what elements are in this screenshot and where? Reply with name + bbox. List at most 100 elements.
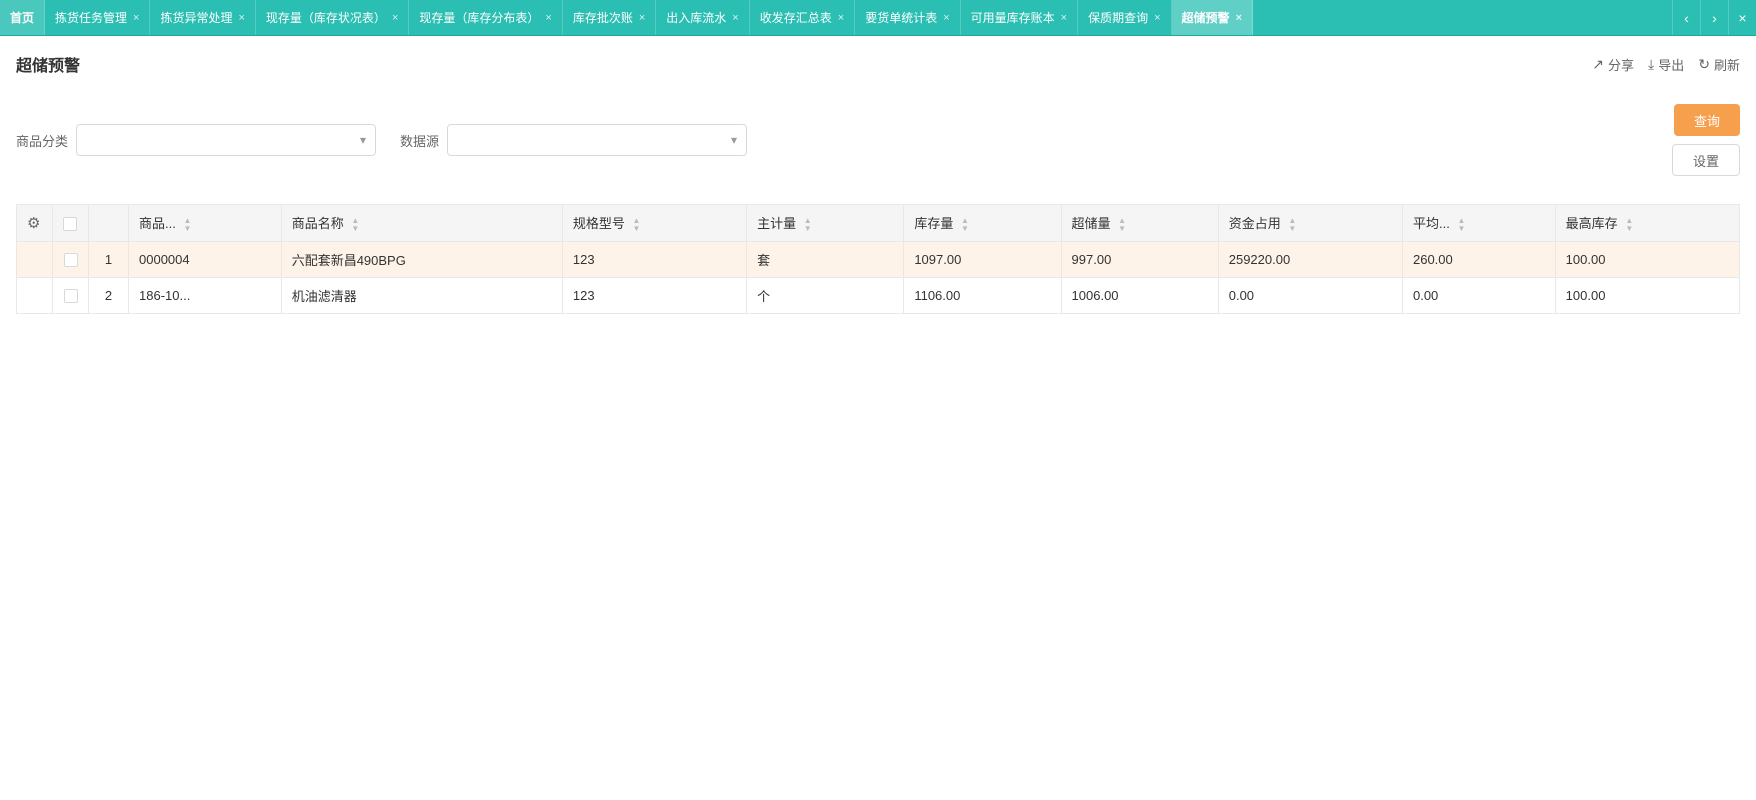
filter-buttons: 查询 设置 bbox=[1672, 104, 1740, 176]
close-icon[interactable]: × bbox=[545, 12, 551, 24]
cell-checkbox[interactable] bbox=[53, 241, 89, 277]
nav-tab-stock-dist[interactable]: 现存量（库存分布表） × bbox=[409, 0, 562, 36]
nav-tab-abnormal[interactable]: 拣货异常处理 × bbox=[150, 0, 255, 36]
sort-icons: ▲▼ bbox=[1457, 217, 1465, 233]
row-checkbox[interactable] bbox=[64, 289, 78, 303]
th-stock[interactable]: 库存量 ▲▼ bbox=[904, 205, 1061, 242]
export-button[interactable]: ⤓ 导出 bbox=[1648, 55, 1684, 74]
cell-capital: 0.00 bbox=[1218, 277, 1402, 313]
cell-avg: 0.00 bbox=[1402, 277, 1555, 313]
nav-close-button[interactable]: × bbox=[1728, 0, 1756, 36]
gear-icon[interactable]: ⚙ bbox=[27, 215, 40, 232]
close-icon[interactable]: × bbox=[732, 12, 738, 24]
close-icon[interactable]: × bbox=[238, 12, 244, 24]
cell-max-stock: 100.00 bbox=[1555, 241, 1739, 277]
tab-label: 拣货异常处理 bbox=[160, 9, 232, 26]
th-product-code[interactable]: 商品... ▲▼ bbox=[129, 205, 282, 242]
nav-tab-inout-flow[interactable]: 出入库流水 × bbox=[656, 0, 749, 36]
th-max-stock[interactable]: 最高库存 ▲▼ bbox=[1555, 205, 1739, 242]
export-label: 导出 bbox=[1658, 55, 1684, 74]
th-product-code-label: 商品... bbox=[139, 216, 176, 231]
tab-label: 收发存汇总表 bbox=[760, 9, 832, 26]
cell-num: 1 bbox=[89, 241, 129, 277]
cell-spec: 123 bbox=[562, 241, 746, 277]
th-spec-label: 规格型号 bbox=[573, 216, 625, 231]
th-capital[interactable]: 资金占用 ▲▼ bbox=[1218, 205, 1402, 242]
settings-button[interactable]: 设置 bbox=[1672, 144, 1740, 176]
th-spec[interactable]: 规格型号 ▲▼ bbox=[562, 205, 746, 242]
cell-checkbox[interactable] bbox=[53, 277, 89, 313]
th-num bbox=[89, 205, 129, 242]
page-header: 超储预警 ↗ 分享 ⤓ 导出 ↻ 刷新 bbox=[16, 52, 1740, 76]
sort-icons: ▲▼ bbox=[1625, 217, 1633, 233]
refresh-button[interactable]: ↻ 刷新 bbox=[1698, 55, 1740, 74]
th-unit[interactable]: 主计量 ▲▼ bbox=[747, 205, 904, 242]
table-header-row: ⚙ 商品... ▲▼ 商品名称 ▲▼ 规格型号 ▲▼ bbox=[17, 205, 1740, 242]
sort-icons: ▲▼ bbox=[961, 217, 969, 233]
nav-prev-button[interactable]: ‹ bbox=[1672, 0, 1700, 36]
share-button[interactable]: ↗ 分享 bbox=[1592, 55, 1634, 74]
cell-stock: 1097.00 bbox=[904, 241, 1061, 277]
tab-label: 现存量（库存状况表） bbox=[266, 9, 386, 26]
select-all-checkbox[interactable] bbox=[63, 217, 77, 231]
category-input[interactable] bbox=[76, 124, 376, 156]
cell-unit: 个 bbox=[747, 277, 904, 313]
close-icon[interactable]: × bbox=[1236, 12, 1242, 24]
close-icon[interactable]: × bbox=[392, 12, 398, 24]
nav-tab-order-stat[interactable]: 要货单统计表 × bbox=[855, 0, 960, 36]
sort-icons: ▲▼ bbox=[633, 217, 641, 233]
close-icon[interactable]: × bbox=[133, 12, 139, 24]
top-navigation: 首页 拣货任务管理 × 拣货异常处理 × 现存量（库存状况表） × 现存量（库存… bbox=[0, 0, 1756, 36]
datasource-label: 数据源 bbox=[400, 131, 439, 150]
tab-label: 可用量库存账本 bbox=[971, 9, 1055, 26]
query-button[interactable]: 查询 bbox=[1674, 104, 1740, 136]
nav-tab-task-mgmt[interactable]: 拣货任务管理 × bbox=[45, 0, 150, 36]
header-actions: ↗ 分享 ⤓ 导出 ↻ 刷新 bbox=[1592, 55, 1740, 74]
th-overstock-label: 超储量 bbox=[1072, 216, 1111, 231]
th-max-stock-label: 最高库存 bbox=[1566, 216, 1618, 231]
th-product-name[interactable]: 商品名称 ▲▼ bbox=[281, 205, 562, 242]
table-header: ⚙ 商品... ▲▼ 商品名称 ▲▼ 规格型号 ▲▼ bbox=[17, 205, 1740, 242]
cell-product-code: 0000004 bbox=[129, 241, 282, 277]
datasource-input[interactable]: 可用量 bbox=[447, 124, 747, 156]
page-title: 超储预警 bbox=[16, 52, 80, 76]
close-icon[interactable]: × bbox=[639, 12, 645, 24]
cell-settings bbox=[17, 241, 53, 277]
sort-icons: ▲▼ bbox=[1118, 217, 1126, 233]
th-avg[interactable]: 平均... ▲▼ bbox=[1402, 205, 1555, 242]
table-row: 2 186-10... 机油滤清器 123 个 1106.00 1006.00 … bbox=[17, 277, 1740, 313]
tab-label: 超储预警 bbox=[1182, 9, 1230, 26]
cell-product-name: 机油滤清器 bbox=[281, 277, 562, 313]
table-body: 1 0000004 六配套新昌490BPG 123 套 1097.00 997.… bbox=[17, 241, 1740, 313]
export-icon: ⤓ bbox=[1648, 56, 1654, 73]
cell-product-name: 六配套新昌490BPG bbox=[281, 241, 562, 277]
close-icon[interactable]: × bbox=[838, 12, 844, 24]
nav-tab-overstock[interactable]: 超储预警 × bbox=[1172, 0, 1253, 36]
nav-tab-home[interactable]: 首页 bbox=[0, 0, 45, 36]
nav-tab-quality[interactable]: 保质期查询 × bbox=[1078, 0, 1171, 36]
nav-arrows: ‹ › × bbox=[1672, 0, 1756, 36]
close-icon[interactable]: × bbox=[943, 12, 949, 24]
nav-tab-available[interactable]: 可用量库存账本 × bbox=[961, 0, 1078, 36]
cell-capital: 259220.00 bbox=[1218, 241, 1402, 277]
category-select-wrapper: ▾ bbox=[76, 124, 376, 156]
nav-tab-stock-status[interactable]: 现存量（库存状况表） × bbox=[256, 0, 409, 36]
category-label: 商品分类 bbox=[16, 131, 68, 150]
refresh-label: 刷新 bbox=[1714, 55, 1740, 74]
sort-icons: ▲▼ bbox=[1288, 217, 1296, 233]
cell-unit: 套 bbox=[747, 241, 904, 277]
row-checkbox[interactable] bbox=[64, 253, 78, 267]
nav-tab-collect[interactable]: 收发存汇总表 × bbox=[750, 0, 855, 36]
th-checkbox[interactable] bbox=[53, 205, 89, 242]
category-filter: 商品分类 ▾ bbox=[16, 124, 376, 156]
datasource-filter: 数据源 可用量 ▾ bbox=[400, 124, 747, 156]
close-icon[interactable]: × bbox=[1061, 12, 1067, 24]
th-settings[interactable]: ⚙ bbox=[17, 205, 53, 242]
th-overstock[interactable]: 超储量 ▲▼ bbox=[1061, 205, 1218, 242]
close-icon[interactable]: × bbox=[1154, 12, 1160, 24]
sort-icons: ▲▼ bbox=[183, 217, 191, 233]
tab-label: 要货单统计表 bbox=[865, 9, 937, 26]
nav-tab-batch[interactable]: 库存批次账 × bbox=[563, 0, 656, 36]
nav-next-button[interactable]: › bbox=[1700, 0, 1728, 36]
cell-product-code: 186-10... bbox=[129, 277, 282, 313]
